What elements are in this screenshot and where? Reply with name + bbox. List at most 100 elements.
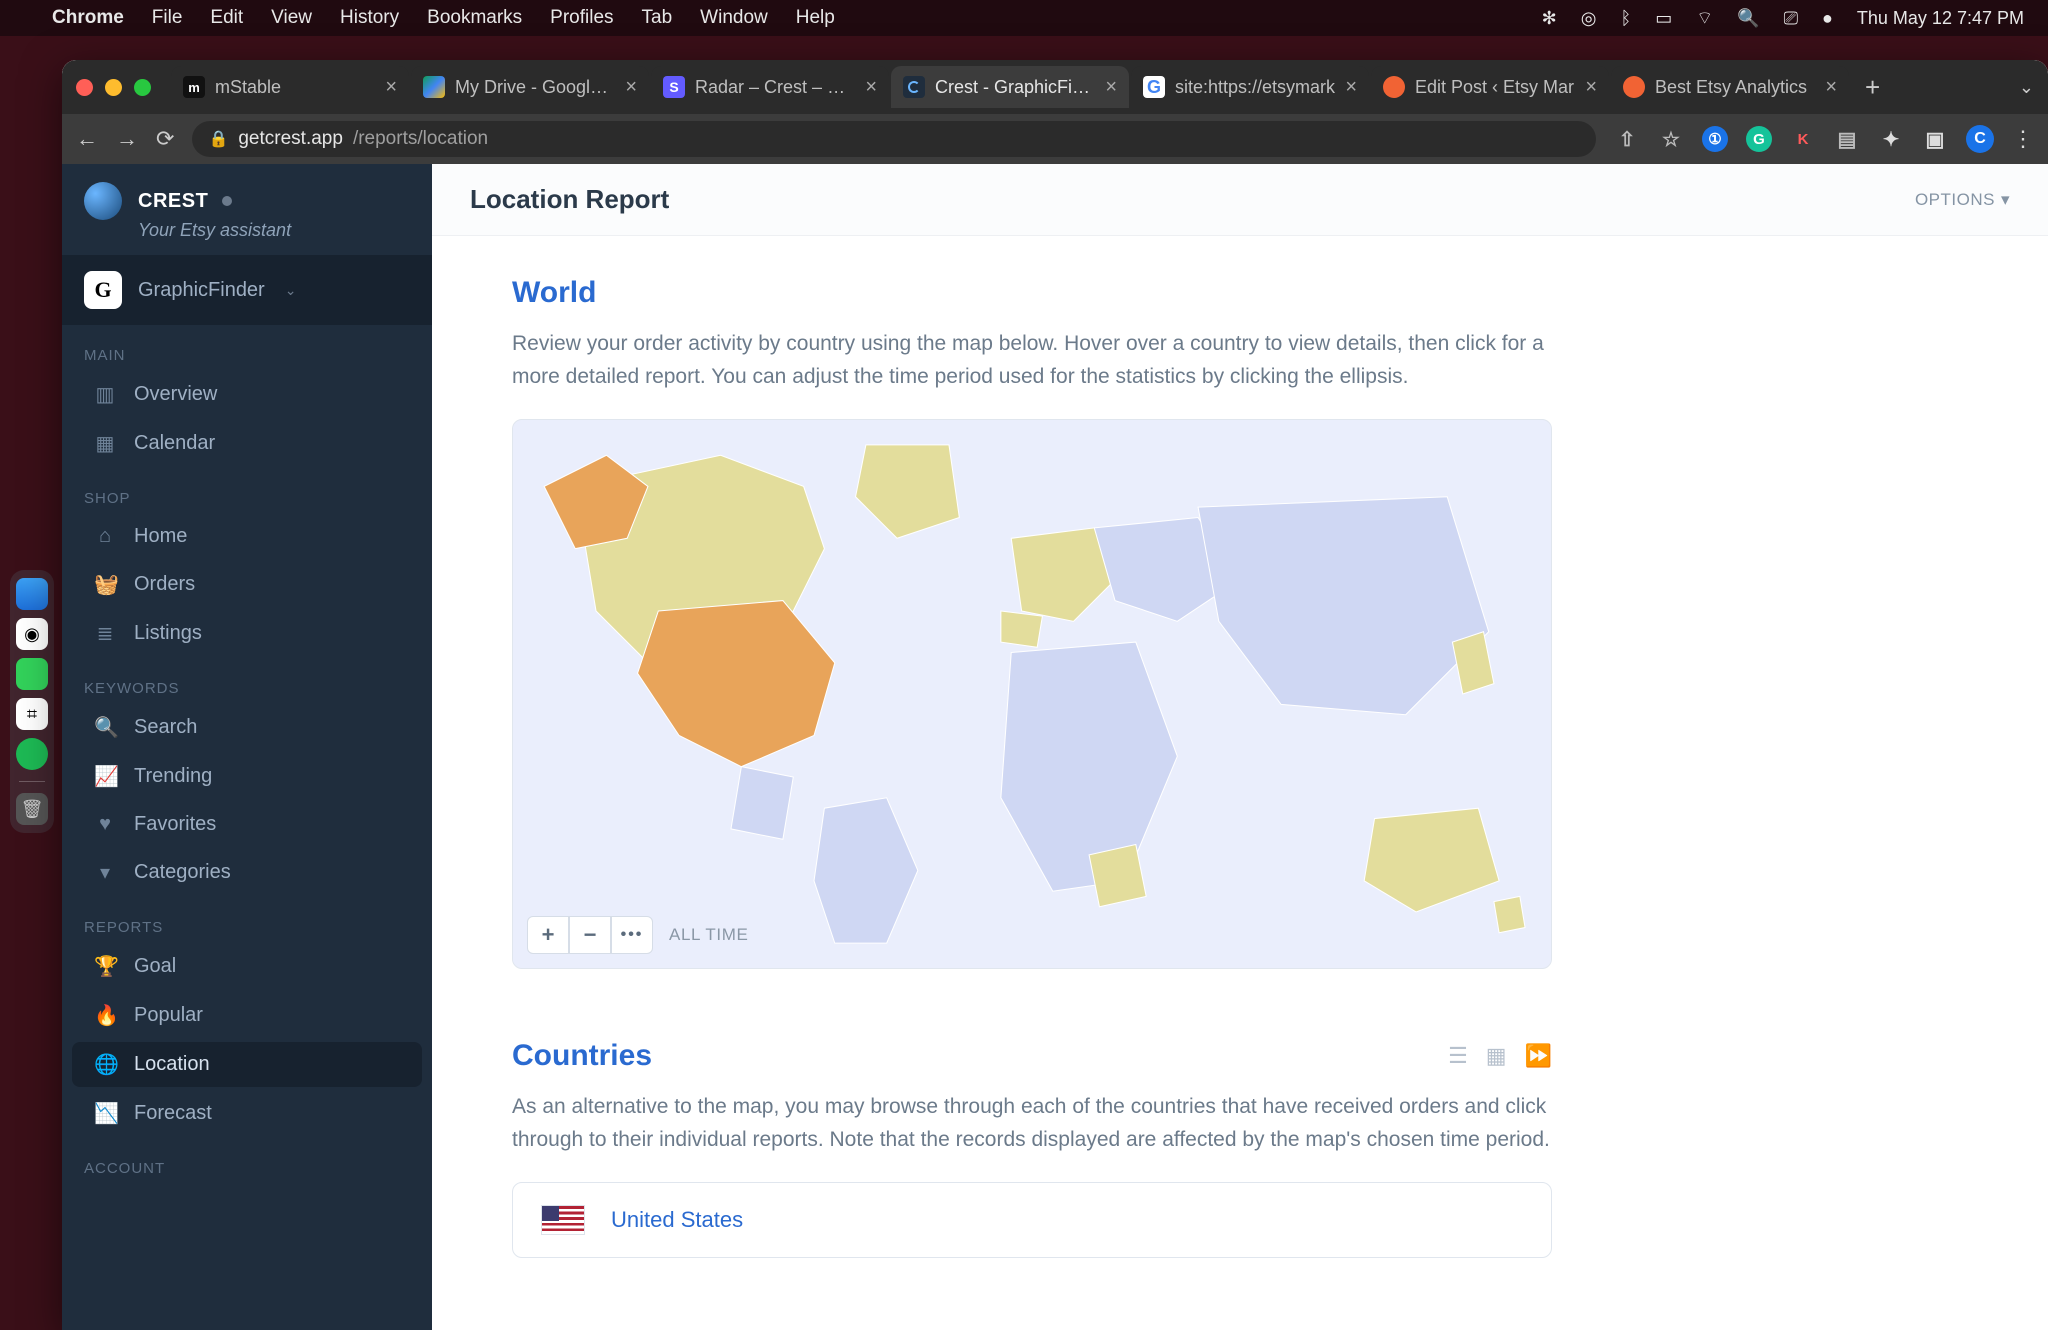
dock-spotify-icon[interactable]: [16, 738, 48, 770]
sidebar-item-orders[interactable]: 🧺Orders: [72, 562, 422, 607]
nav-label: Categories: [134, 861, 231, 884]
extension-1password-icon[interactable]: ①: [1702, 126, 1728, 152]
dock-slack-icon[interactable]: ⌗: [16, 698, 48, 730]
side-panel-icon[interactable]: ▣: [1922, 126, 1948, 152]
list-view-icon[interactable]: ☰: [1448, 1043, 1468, 1069]
menubar-clock[interactable]: Thu May 12 7:47 PM: [1857, 8, 2024, 29]
battery-icon[interactable]: ▭: [1655, 8, 1672, 29]
sidebar-item-calendar[interactable]: ▦Calendar: [72, 421, 422, 466]
window-minimize-button[interactable]: [105, 79, 122, 96]
menu-bookmarks[interactable]: Bookmarks: [427, 7, 522, 29]
sidebar-item-categories[interactable]: ▾Categories: [72, 850, 422, 895]
sidebar-item-location[interactable]: 🌐Location: [72, 1042, 422, 1087]
control-center-icon[interactable]: ⎚: [1784, 8, 1798, 29]
spotlight-icon[interactable]: 🔍: [1737, 8, 1759, 29]
tab-close-icon[interactable]: ×: [1585, 76, 1597, 99]
chrome-menu-icon[interactable]: ⋮: [2012, 126, 2034, 152]
settings-gear-icon[interactable]: ✻: [1542, 8, 1557, 29]
map-region-mexico[interactable]: [731, 767, 793, 840]
sidebar-item-listings[interactable]: ≣Listings: [72, 611, 422, 656]
browser-tab[interactable]: S Radar – Crest – Strip ×: [651, 66, 889, 108]
sidebar-item-overview[interactable]: ▥Overview: [72, 372, 422, 417]
world-map[interactable]: + − ••• ALL TIME: [512, 419, 1552, 969]
wifi-icon[interactable]: ⌔: [1696, 7, 1713, 30]
section-world-desc: Review your order activity by country us…: [512, 328, 1552, 393]
browser-tab[interactable]: Best Etsy Analytics ×: [1611, 66, 1849, 108]
extension-devtools-icon[interactable]: ▤: [1834, 126, 1860, 152]
menu-view[interactable]: View: [271, 7, 312, 29]
tab-close-icon[interactable]: ×: [1825, 76, 1837, 99]
extension-k-icon[interactable]: K: [1790, 126, 1816, 152]
new-tab-button[interactable]: +: [1851, 72, 1894, 103]
grid-view-icon[interactable]: ▦: [1486, 1043, 1507, 1069]
tab-close-icon[interactable]: ×: [625, 76, 637, 99]
shop-selector[interactable]: G GraphicFinder ⌄: [62, 255, 432, 325]
menu-edit[interactable]: Edit: [210, 7, 243, 29]
tab-overflow-icon[interactable]: ⌄: [2019, 77, 2034, 98]
tab-label: Radar – Crest – Strip: [695, 77, 855, 98]
map-region-south-africa[interactable]: [1089, 845, 1146, 907]
sidebar-item-popular[interactable]: 🔥Popular: [72, 993, 422, 1038]
menu-window[interactable]: Window: [700, 7, 768, 29]
dock-messages-icon[interactable]: [16, 658, 48, 690]
map-more-button[interactable]: •••: [611, 916, 653, 954]
siri-icon[interactable]: ●: [1822, 8, 1833, 29]
world-map-svg: [513, 420, 1551, 968]
dock-finder-icon[interactable]: [16, 578, 48, 610]
lock-icon: 🔒: [208, 129, 228, 149]
menu-tab[interactable]: Tab: [642, 7, 673, 29]
nav-label: Popular: [134, 1004, 203, 1027]
bookmark-star-icon[interactable]: ☆: [1658, 126, 1684, 152]
browser-tab[interactable]: G site:https://etsymark ×: [1131, 66, 1369, 108]
sidebar-item-trending[interactable]: 📈Trending: [72, 754, 422, 799]
bluetooth-icon[interactable]: ᛒ: [1620, 8, 1631, 29]
tab-close-icon[interactable]: ×: [1345, 76, 1357, 99]
record-icon[interactable]: ◎: [1581, 8, 1597, 29]
tab-label: mStable: [215, 77, 375, 98]
map-zoom-out-button[interactable]: −: [569, 916, 611, 954]
menu-history[interactable]: History: [340, 7, 399, 29]
browser-tab[interactable]: My Drive - Google D ×: [411, 66, 649, 108]
extension-grammarly-icon[interactable]: G: [1746, 126, 1772, 152]
dock-trash-icon[interactable]: 🗑: [16, 793, 48, 825]
tab-close-icon[interactable]: ×: [385, 76, 397, 99]
window-close-button[interactable]: [76, 79, 93, 96]
favicon-icon: S: [663, 76, 685, 98]
sidebar-item-favorites[interactable]: ♥Favorites: [72, 803, 422, 846]
browser-tab-active[interactable]: Crest - GraphicFinde ×: [891, 66, 1129, 108]
map-region-iberia[interactable]: [1001, 611, 1043, 647]
sidebar-item-home[interactable]: ⌂Home: [72, 515, 422, 558]
browser-tab[interactable]: m mStable ×: [171, 66, 409, 108]
favicon-icon: G: [1143, 76, 1165, 98]
profile-avatar[interactable]: C: [1966, 125, 1994, 153]
sidebar-item-forecast[interactable]: 📉Forecast: [72, 1091, 422, 1136]
back-button[interactable]: ←: [76, 126, 98, 152]
menu-profiles[interactable]: Profiles: [550, 7, 613, 29]
reload-button[interactable]: ⟳: [156, 126, 174, 152]
forward-button[interactable]: →: [116, 126, 138, 152]
menu-help[interactable]: Help: [796, 7, 835, 29]
address-bar[interactable]: 🔒 getcrest.app/reports/location: [192, 121, 1596, 157]
view-switcher: ☰ ▦ ⏩: [1448, 1043, 1552, 1069]
sidebar-item-goal[interactable]: 🏆Goal: [72, 944, 422, 989]
window-maximize-button[interactable]: [134, 79, 151, 96]
extensions-puzzle-icon[interactable]: ✦: [1878, 126, 1904, 152]
sidebar-item-search[interactable]: 🔍Search: [72, 705, 422, 750]
nav-section-reports: REPORTS: [62, 897, 432, 942]
tab-close-icon[interactable]: ×: [1105, 76, 1117, 99]
browser-tab[interactable]: Edit Post ‹ Etsy Mar ×: [1371, 66, 1609, 108]
section-countries-desc: As an alternative to the map, you may br…: [512, 1091, 1552, 1156]
map-region-new-zealand[interactable]: [1494, 897, 1525, 933]
macos-menubar: Chrome File Edit View History Bookmarks …: [0, 0, 2048, 36]
country-row[interactable]: United States: [512, 1182, 1552, 1258]
tab-close-icon[interactable]: ×: [865, 76, 877, 99]
forward-skip-icon[interactable]: ⏩: [1525, 1043, 1552, 1069]
globe-icon: 🌐: [94, 1052, 116, 1077]
dock-chrome-icon[interactable]: ◉: [16, 618, 48, 650]
active-app-name[interactable]: Chrome: [52, 7, 124, 29]
map-zoom-in-button[interactable]: +: [527, 916, 569, 954]
share-icon[interactable]: ⇧: [1614, 126, 1640, 152]
menu-file[interactable]: File: [152, 7, 183, 29]
options-menu[interactable]: OPTIONS▾: [1915, 190, 2010, 210]
nav-section-keywords: KEYWORDS: [62, 658, 432, 703]
